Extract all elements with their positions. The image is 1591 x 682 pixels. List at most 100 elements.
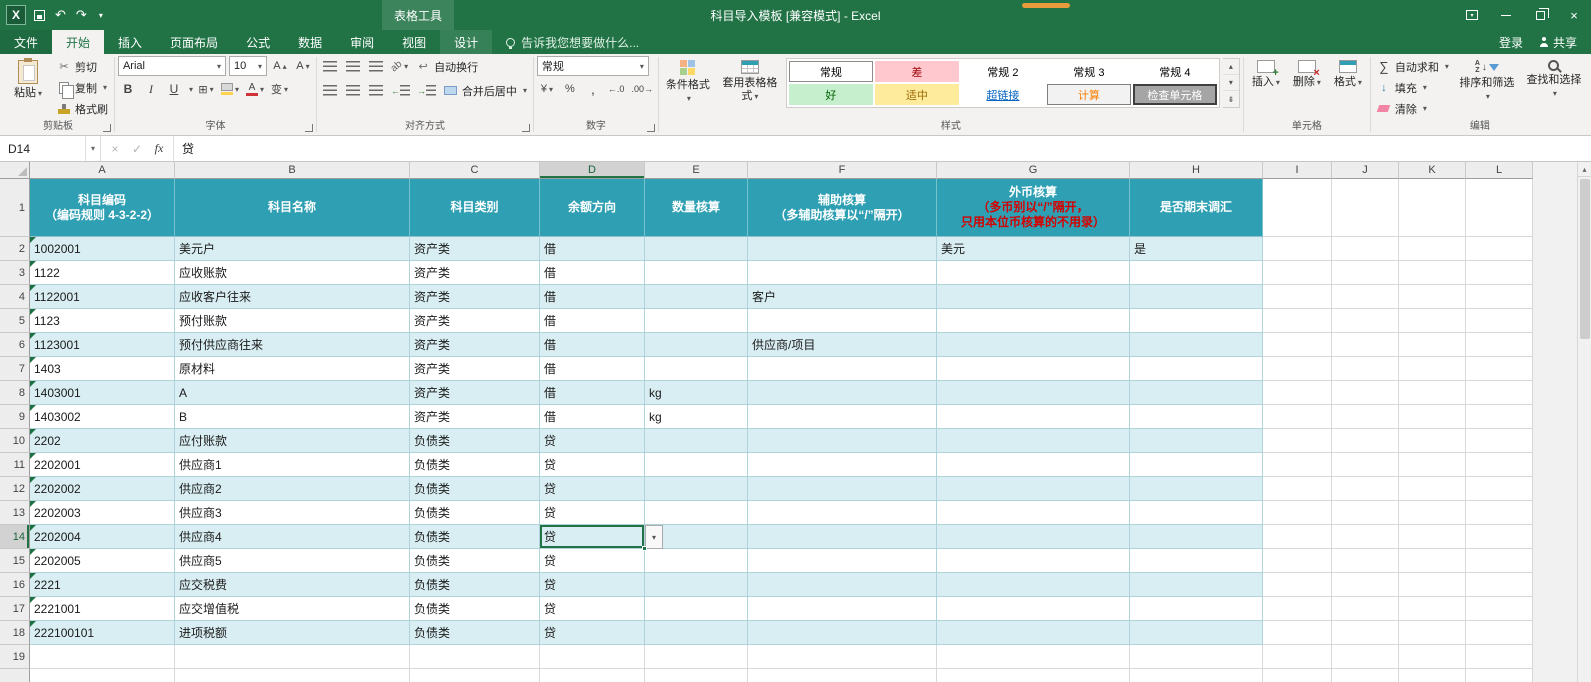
- cell-I10[interactable]: [1263, 429, 1332, 453]
- cell-F14[interactable]: [748, 525, 937, 549]
- cell-C9[interactable]: 资产类: [410, 405, 540, 429]
- align-middle-button[interactable]: [343, 57, 363, 77]
- cell-G12[interactable]: [937, 477, 1130, 501]
- cell-C3[interactable]: 资产类: [410, 261, 540, 285]
- cell-A18[interactable]: 222100101: [30, 621, 175, 645]
- comma-style-button[interactable]: ,: [583, 79, 603, 99]
- cell-A9[interactable]: 1403002: [30, 405, 175, 429]
- cell-Jx[interactable]: [1332, 669, 1399, 682]
- cell-K15[interactable]: [1399, 549, 1466, 573]
- undo-button[interactable]: ↶: [55, 7, 66, 23]
- cell-B3[interactable]: 应收账款: [175, 261, 410, 285]
- column-header-D[interactable]: D: [540, 162, 645, 179]
- cell-C7[interactable]: 资产类: [410, 357, 540, 381]
- cell-G10[interactable]: [937, 429, 1130, 453]
- cell-J12[interactable]: [1332, 477, 1399, 501]
- cell-J18[interactable]: [1332, 621, 1399, 645]
- format-cells-button[interactable]: 格式 ▾: [1329, 56, 1367, 118]
- cell-L12[interactable]: [1466, 477, 1533, 501]
- cell-K14[interactable]: [1399, 525, 1466, 549]
- cell-F3[interactable]: [748, 261, 937, 285]
- cell-A4[interactable]: 1122001: [30, 285, 175, 309]
- cell-Lx[interactable]: [1466, 669, 1533, 682]
- cell-style-bad[interactable]: 差: [874, 61, 959, 82]
- cell-K5[interactable]: [1399, 309, 1466, 333]
- cell-G13[interactable]: [937, 501, 1130, 525]
- table-header-cell-G1[interactable]: 外币核算 （多币别以“/”隔开， 只用本位币核算的不用录）: [937, 179, 1130, 237]
- cell-A16[interactable]: 2221: [30, 573, 175, 597]
- cell-F12[interactable]: [748, 477, 937, 501]
- name-box[interactable]: D14: [0, 136, 86, 161]
- cell-D17[interactable]: 贷: [540, 597, 645, 621]
- cell-C5[interactable]: 资产类: [410, 309, 540, 333]
- cell-E18[interactable]: [645, 621, 748, 645]
- cell-D14[interactable]: 贷 ▾: [540, 525, 663, 551]
- decrease-indent-button[interactable]: ←: [389, 81, 412, 101]
- row-header-5[interactable]: 5: [0, 309, 30, 333]
- cell-J1[interactable]: [1332, 179, 1399, 237]
- copy-button[interactable]: 复制 ▾: [54, 77, 111, 99]
- cell-H10[interactable]: [1130, 429, 1263, 453]
- row-header-12[interactable]: 12: [0, 477, 30, 501]
- row-header-1[interactable]: 1: [0, 179, 30, 237]
- cell-I18[interactable]: [1263, 621, 1332, 645]
- column-header-J[interactable]: J: [1332, 162, 1399, 179]
- cell-A12[interactable]: 2202002: [30, 477, 175, 501]
- cell-J14[interactable]: [1332, 525, 1399, 549]
- cell-B9[interactable]: B: [175, 405, 410, 429]
- cell-E3[interactable]: [645, 261, 748, 285]
- column-header-K[interactable]: K: [1399, 162, 1466, 179]
- cell-E6[interactable]: [645, 333, 748, 357]
- merge-center-button[interactable]: 合并后居中 ▾: [441, 80, 530, 101]
- cell-L3[interactable]: [1466, 261, 1533, 285]
- cell-G19[interactable]: [937, 645, 1130, 669]
- qat-customize-icon[interactable]: ▾: [99, 11, 103, 20]
- cell-Hx[interactable]: [1130, 669, 1263, 682]
- cell-E10[interactable]: [645, 429, 748, 453]
- cell-F11[interactable]: [748, 453, 937, 477]
- cell-D8[interactable]: 借: [540, 381, 645, 405]
- cell-A3[interactable]: 1122: [30, 261, 175, 285]
- column-header-I[interactable]: I: [1263, 162, 1332, 179]
- cell-B14[interactable]: 供应商4: [175, 525, 410, 549]
- cell-C13[interactable]: 负债类: [410, 501, 540, 525]
- conditional-formatting-button[interactable]: 条件格式▾: [662, 56, 714, 118]
- cell-H16[interactable]: [1130, 573, 1263, 597]
- cell-C4[interactable]: 资产类: [410, 285, 540, 309]
- row-header-17[interactable]: 17: [0, 597, 30, 621]
- cell-L19[interactable]: [1466, 645, 1533, 669]
- cell-I19[interactable]: [1263, 645, 1332, 669]
- cell-L13[interactable]: [1466, 501, 1533, 525]
- ribbon-display-options-button[interactable]: ▾: [1455, 0, 1489, 30]
- cell-I11[interactable]: [1263, 453, 1332, 477]
- cell-F19[interactable]: [748, 645, 937, 669]
- cell-I1[interactable]: [1263, 179, 1332, 237]
- cell-L16[interactable]: [1466, 573, 1533, 597]
- cell-H14[interactable]: [1130, 525, 1263, 549]
- cell-D18[interactable]: 贷: [540, 621, 645, 645]
- cell-L17[interactable]: [1466, 597, 1533, 621]
- align-bottom-button[interactable]: [366, 57, 386, 77]
- cell-J15[interactable]: [1332, 549, 1399, 573]
- cell-H19[interactable]: [1130, 645, 1263, 669]
- gallery-scroll-down[interactable]: ▾: [1222, 75, 1239, 91]
- cell-J9[interactable]: [1332, 405, 1399, 429]
- cell-K11[interactable]: [1399, 453, 1466, 477]
- cell-F13[interactable]: [748, 501, 937, 525]
- cell-C12[interactable]: 负债类: [410, 477, 540, 501]
- cell-E12[interactable]: [645, 477, 748, 501]
- cell-Ix[interactable]: [1263, 669, 1332, 682]
- italic-button[interactable]: I: [141, 79, 161, 99]
- cell-G11[interactable]: [937, 453, 1130, 477]
- cell-E13[interactable]: [645, 501, 748, 525]
- cell-J8[interactable]: [1332, 381, 1399, 405]
- cell-D16[interactable]: 贷: [540, 573, 645, 597]
- cell-I8[interactable]: [1263, 381, 1332, 405]
- format-as-table-button[interactable]: 套用表格格式 ▾: [717, 56, 783, 118]
- cell-B13[interactable]: 供应商3: [175, 501, 410, 525]
- cell-L9[interactable]: [1466, 405, 1533, 429]
- orientation-button[interactable]: ab ▾: [389, 57, 410, 77]
- cell-B6[interactable]: 预付供应商往来: [175, 333, 410, 357]
- fill-handle[interactable]: [642, 546, 647, 551]
- tab-file[interactable]: 文件: [0, 30, 53, 54]
